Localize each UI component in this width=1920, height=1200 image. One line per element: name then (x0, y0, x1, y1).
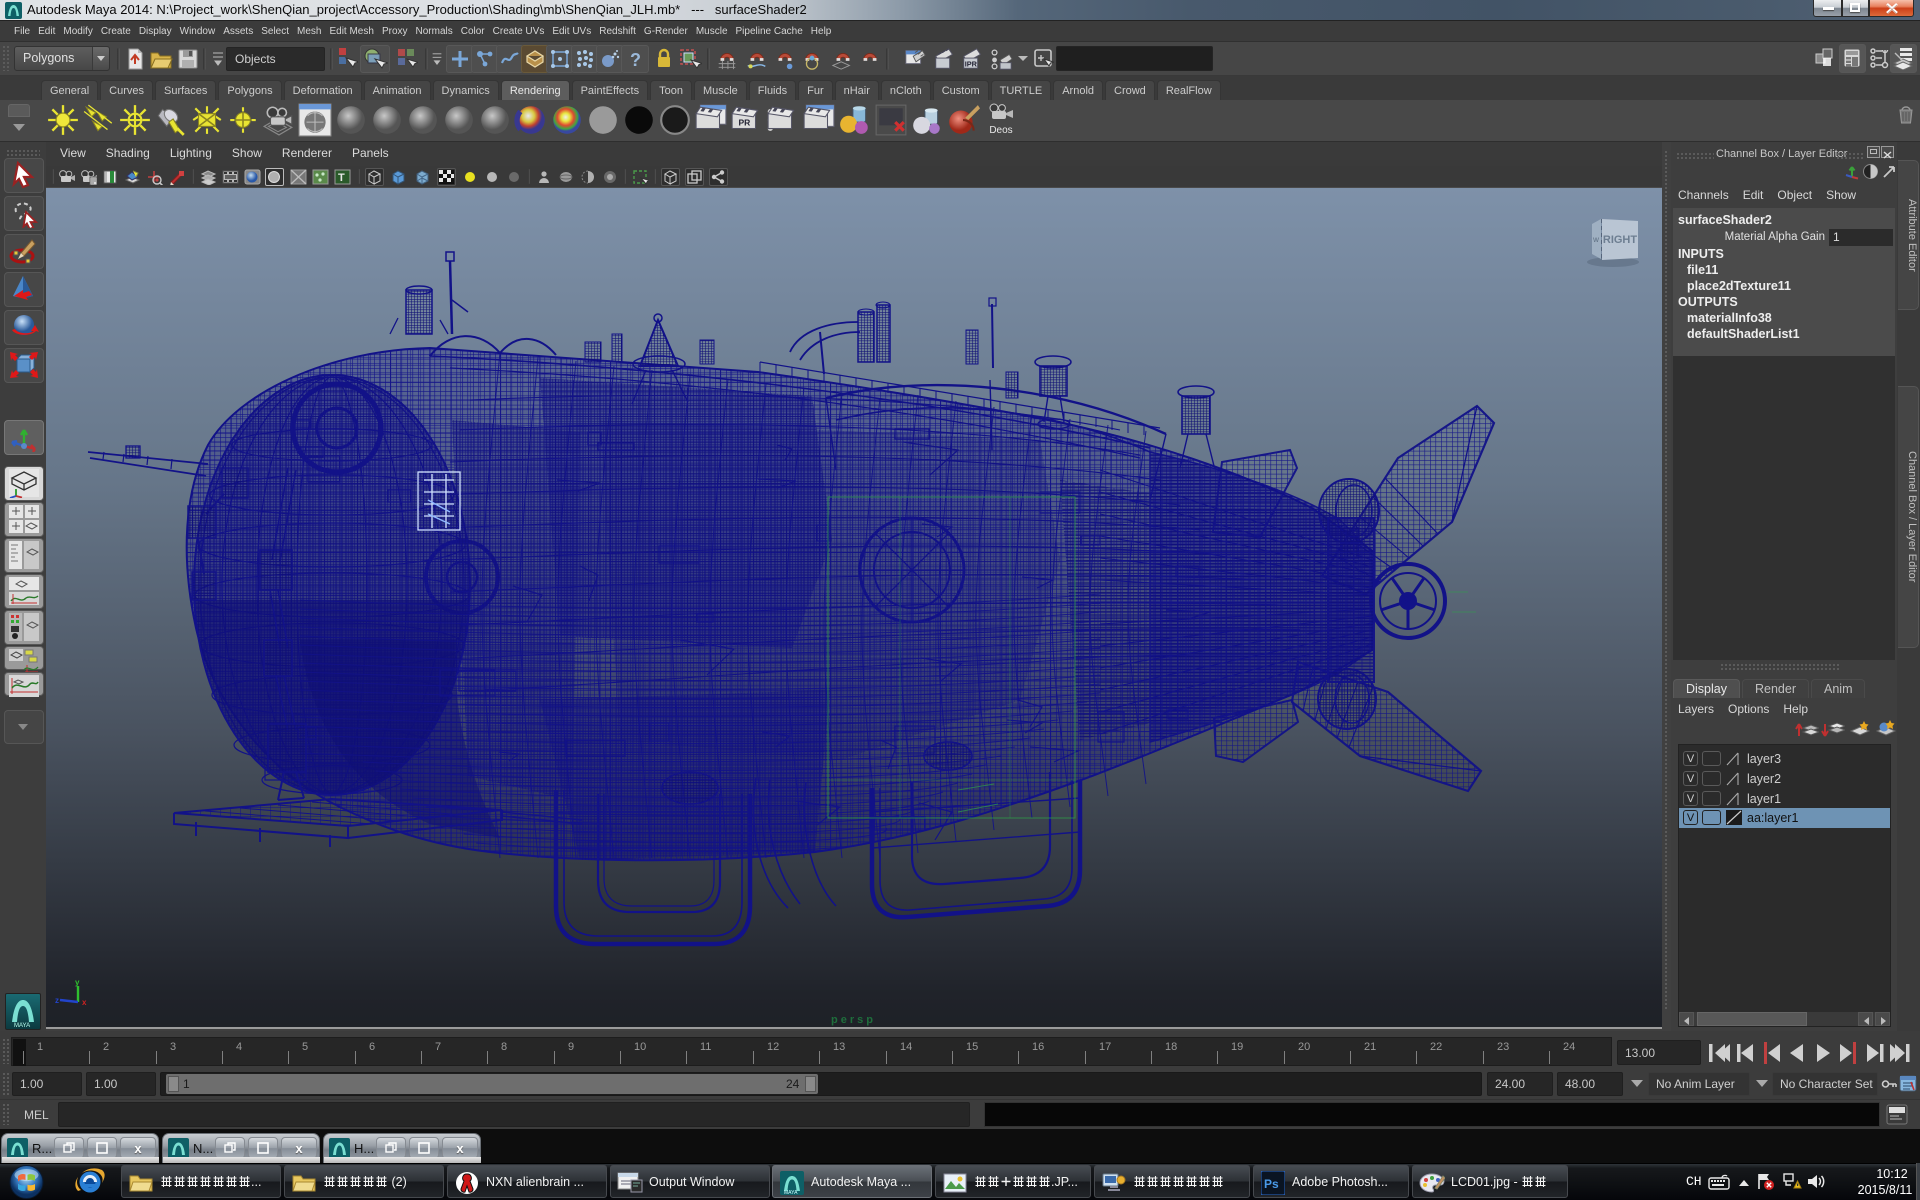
svg-text:MAYA: MAYA (14, 1023, 30, 1029)
svg-text:y: y (75, 978, 80, 987)
svg-text:PR: PR (739, 117, 751, 127)
svg-text:IPR: IPR (965, 59, 978, 68)
svg-text:RIGHT: RIGHT (1603, 234, 1638, 246)
svg-text:x: x (82, 998, 87, 1007)
svg-text:MAYA: MAYA (784, 1190, 798, 1195)
svg-text:z: z (55, 996, 59, 1005)
svg-text:?: ? (630, 50, 641, 70)
svg-text:Ps: Ps (1264, 1177, 1279, 1191)
svg-text:T: T (338, 172, 345, 184)
svg-text:w: w (1592, 235, 1599, 244)
